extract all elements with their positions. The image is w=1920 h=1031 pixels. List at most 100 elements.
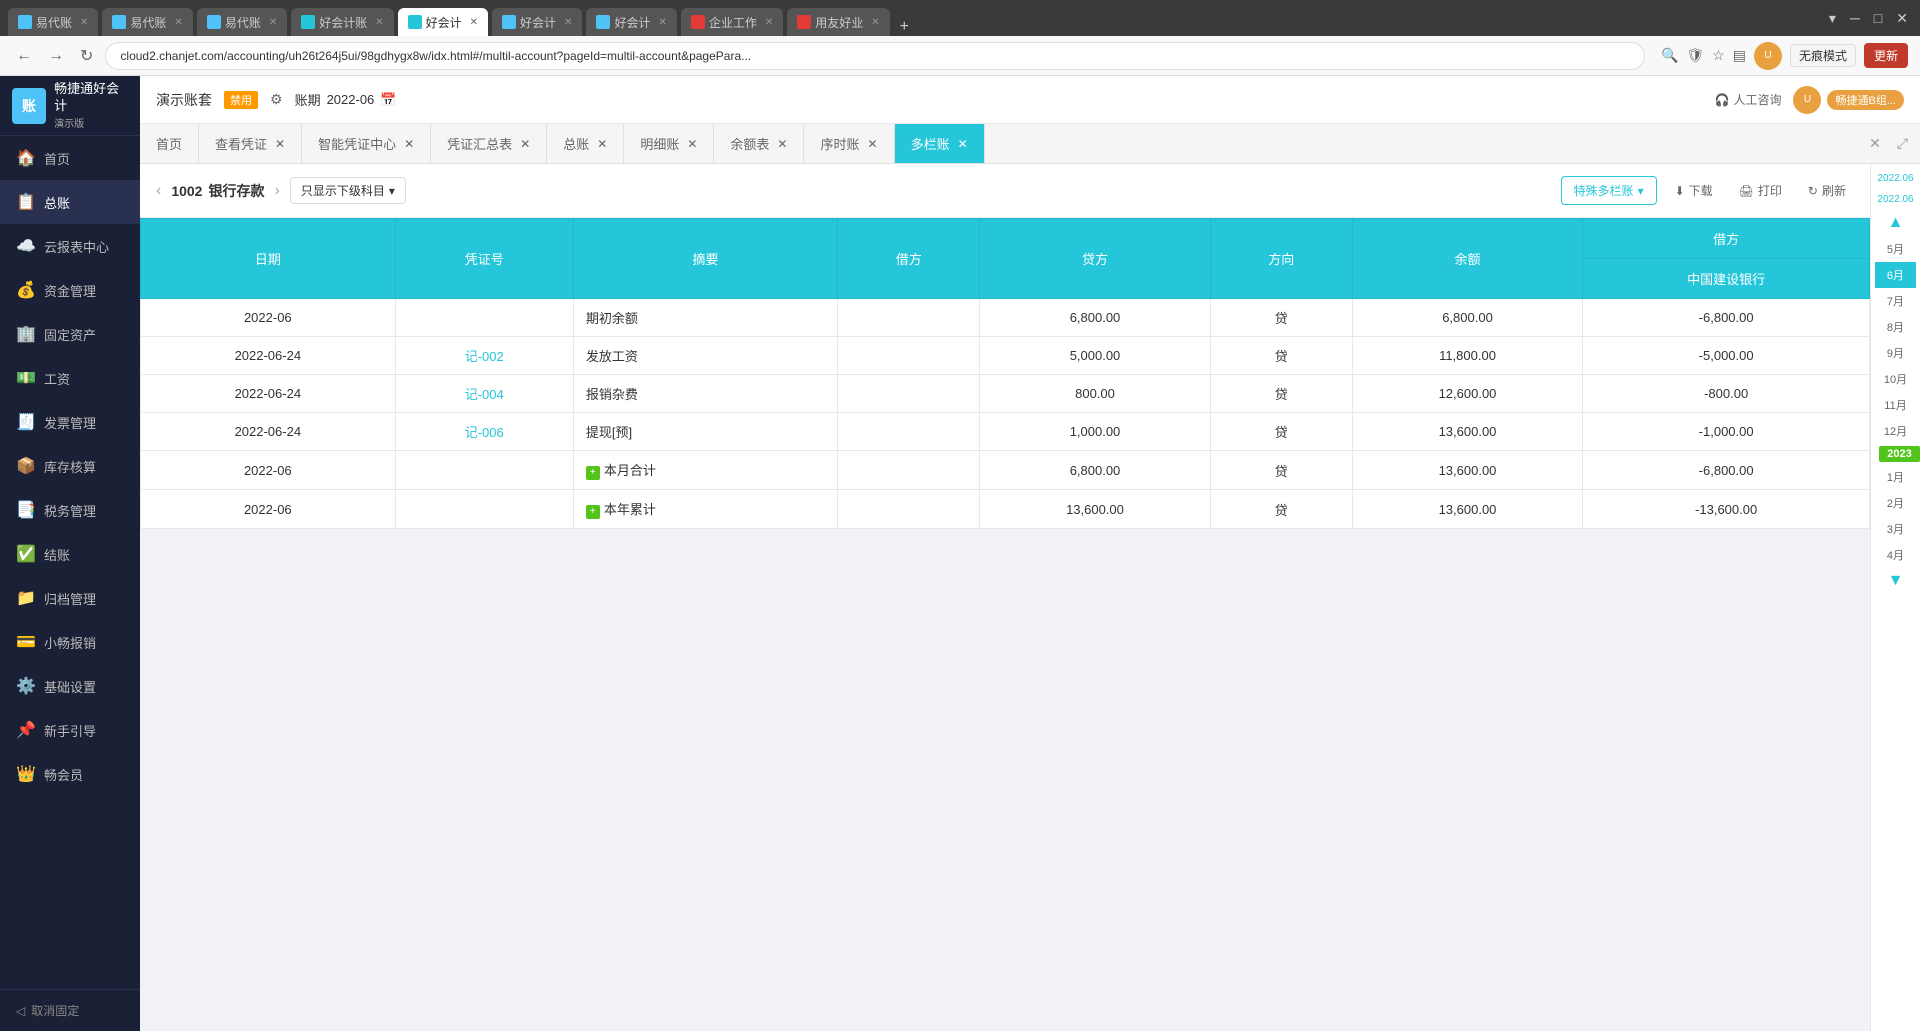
- cell-voucher-1[interactable]: 记-002: [395, 337, 573, 375]
- sidebar-item-reports[interactable]: ☁️ 云报表中心: [0, 224, 140, 268]
- tab-close-4[interactable]: ✕: [375, 17, 383, 28]
- prev-subject-button[interactable]: ‹: [156, 182, 161, 200]
- tab-close-6[interactable]: ✕: [564, 17, 572, 28]
- browser-tab-8[interactable]: 企业工作 ✕: [681, 8, 783, 36]
- sidebar-item-close[interactable]: ✅ 结账: [0, 532, 140, 576]
- tab-sequence-ledger-close[interactable]: ✕: [868, 137, 878, 151]
- tab-detail-ledger[interactable]: 明细账 ✕: [624, 124, 714, 164]
- browser-tab-4[interactable]: 好会计账 ✕: [291, 8, 393, 36]
- panel-collapse-icon[interactable]: ✕: [1865, 131, 1885, 156]
- multi-col-button[interactable]: 特殊多栏账 ▾: [1561, 176, 1657, 205]
- sidebar-item-expense[interactable]: 💳 小畅报销: [0, 620, 140, 664]
- back-button[interactable]: ←: [12, 47, 36, 65]
- consult-button[interactable]: 🎧 人工咨询: [1715, 91, 1782, 108]
- tab-close-9[interactable]: ✕: [871, 17, 879, 28]
- timeline-month-item[interactable]: 5月: [1875, 236, 1915, 262]
- tab-home[interactable]: 首页: [140, 124, 199, 164]
- browser-tab-3[interactable]: 易代账 ✕: [197, 8, 287, 36]
- panel-expand-icon[interactable]: ⤢: [1893, 131, 1912, 156]
- tab-voucher-summary[interactable]: 凭证汇总表 ✕: [431, 124, 547, 164]
- timeline-month-item[interactable]: 3月: [1875, 516, 1915, 542]
- browser-tab-5[interactable]: 好会计 ✕: [398, 8, 488, 36]
- browser-user-avatar[interactable]: U: [1754, 42, 1782, 70]
- download-button[interactable]: ⬇ 下载: [1667, 178, 1721, 203]
- tab-close-8[interactable]: ✕: [765, 17, 773, 28]
- sidebar-item-home[interactable]: 🏠 首页: [0, 136, 140, 180]
- refresh-button[interactable]: ↻ 刷新: [1800, 178, 1854, 203]
- shield-icon[interactable]: 🛡: [1686, 47, 1704, 64]
- star-icon[interactable]: ☆: [1712, 47, 1725, 64]
- sidebar-footer[interactable]: ◁ 取消固定: [0, 989, 140, 1031]
- search-icon[interactable]: 🔍: [1661, 47, 1678, 64]
- next-subject-button[interactable]: ›: [274, 182, 279, 200]
- subject-filter-dropdown[interactable]: 只显示下级科目 ▾: [290, 177, 406, 204]
- sidebar-panel-icon[interactable]: ▤: [1733, 47, 1746, 64]
- sidebar-item-archive[interactable]: 📁 归档管理: [0, 576, 140, 620]
- sidebar-item-assets[interactable]: 🏢 固定资产: [0, 312, 140, 356]
- tab-sequence-ledger[interactable]: 序时账 ✕: [804, 124, 894, 164]
- tab-general-ledger[interactable]: 总账 ✕: [547, 124, 624, 164]
- timeline-up-arrow[interactable]: ▲: [1884, 210, 1908, 236]
- sidebar-item-guide[interactable]: 📌 新手引导: [0, 708, 140, 752]
- tab-close-5[interactable]: ✕: [470, 17, 478, 28]
- browser-tab-1[interactable]: 易代账 ✕: [8, 8, 98, 36]
- tab-list-button[interactable]: ▾: [1825, 10, 1840, 27]
- timeline-month-item[interactable]: 11月: [1875, 392, 1915, 418]
- timeline-month-item[interactable]: 4月: [1875, 542, 1915, 568]
- sidebar-item-settings[interactable]: ⚙️ 基础设置: [0, 664, 140, 708]
- sidebar-item-inventory[interactable]: 📦 库存核算: [0, 444, 140, 488]
- timeline-month-item[interactable]: 10月: [1875, 366, 1915, 392]
- sidebar-item-ledger[interactable]: 📋 总账: [0, 180, 140, 224]
- timeline-month-item[interactable]: 2月: [1875, 490, 1915, 516]
- calendar-icon[interactable]: 📅: [380, 92, 396, 108]
- timeline-month-item[interactable]: 9月: [1875, 340, 1915, 366]
- tab-view-voucher[interactable]: 查看凭证 ✕: [199, 124, 302, 164]
- sidebar-item-payroll[interactable]: 💵 工资: [0, 356, 140, 400]
- tab-close-7[interactable]: ✕: [658, 17, 666, 28]
- tab-close-3[interactable]: ✕: [269, 17, 277, 28]
- tab-general-ledger-close[interactable]: ✕: [597, 137, 607, 151]
- maximize-button[interactable]: □: [1870, 10, 1886, 26]
- tab-smart-voucher[interactable]: 智能凭证中心 ✕: [302, 124, 431, 164]
- tab-multi-col-close[interactable]: ✕: [958, 137, 968, 151]
- timeline-month-item[interactable]: 8月: [1875, 314, 1915, 340]
- timeline-month-item[interactable]: 1月: [1875, 464, 1915, 490]
- print-button[interactable]: 🖨 打印: [1731, 178, 1790, 203]
- browser-tab-6[interactable]: 好会计 ✕: [492, 8, 582, 36]
- minimize-button[interactable]: ─: [1846, 10, 1864, 26]
- timeline-month-item[interactable]: 7月: [1875, 288, 1915, 314]
- forward-button[interactable]: →: [44, 47, 68, 65]
- voucher-link-1[interactable]: 记-002: [465, 349, 504, 364]
- tab-view-voucher-close[interactable]: ✕: [275, 137, 285, 151]
- stealth-mode-button[interactable]: 无痕模式: [1790, 44, 1856, 67]
- voucher-link-3[interactable]: 记-006: [465, 425, 504, 440]
- sidebar-item-funds[interactable]: 💰 资金管理: [0, 268, 140, 312]
- tab-multi-col[interactable]: 多栏账 ✕: [895, 124, 985, 164]
- refresh-button[interactable]: ↻: [76, 46, 97, 66]
- voucher-link-2[interactable]: 记-004: [465, 387, 504, 402]
- timeline-month-item[interactable]: 12月: [1875, 418, 1915, 444]
- tab-close-1[interactable]: ✕: [80, 17, 88, 28]
- tab-balance-close[interactable]: ✕: [777, 137, 787, 151]
- timeline-down-arrow[interactable]: ▼: [1884, 568, 1908, 594]
- tab-smart-voucher-close[interactable]: ✕: [404, 137, 414, 151]
- timeline-month-item[interactable]: 2023: [1879, 446, 1919, 462]
- browser-tab-9[interactable]: 用友好业 ✕: [787, 8, 889, 36]
- browser-tab-2[interactable]: 易代账 ✕: [102, 8, 192, 36]
- sidebar-item-invoice[interactable]: 🧾 发票管理: [0, 400, 140, 444]
- cell-voucher-3[interactable]: 记-006: [395, 413, 573, 451]
- tab-detail-ledger-close[interactable]: ✕: [687, 137, 697, 151]
- close-window-button[interactable]: ✕: [1892, 10, 1912, 27]
- tab-balance[interactable]: 余额表 ✕: [714, 124, 804, 164]
- tab-voucher-summary-close[interactable]: ✕: [520, 137, 530, 151]
- sidebar-item-tax[interactable]: 📑 税务管理: [0, 488, 140, 532]
- timeline-month-item[interactable]: 6月: [1875, 262, 1915, 288]
- sidebar-item-member[interactable]: 👑 畅会员: [0, 752, 140, 796]
- cell-voucher-2[interactable]: 记-004: [395, 375, 573, 413]
- new-tab-button[interactable]: +: [894, 18, 915, 36]
- address-input[interactable]: [105, 42, 1645, 70]
- browser-tab-7[interactable]: 好会计 ✕: [586, 8, 676, 36]
- tab-close-2[interactable]: ✕: [174, 17, 182, 28]
- update-button[interactable]: 更新: [1864, 43, 1908, 68]
- settings-gear-icon[interactable]: ⚙: [270, 91, 283, 108]
